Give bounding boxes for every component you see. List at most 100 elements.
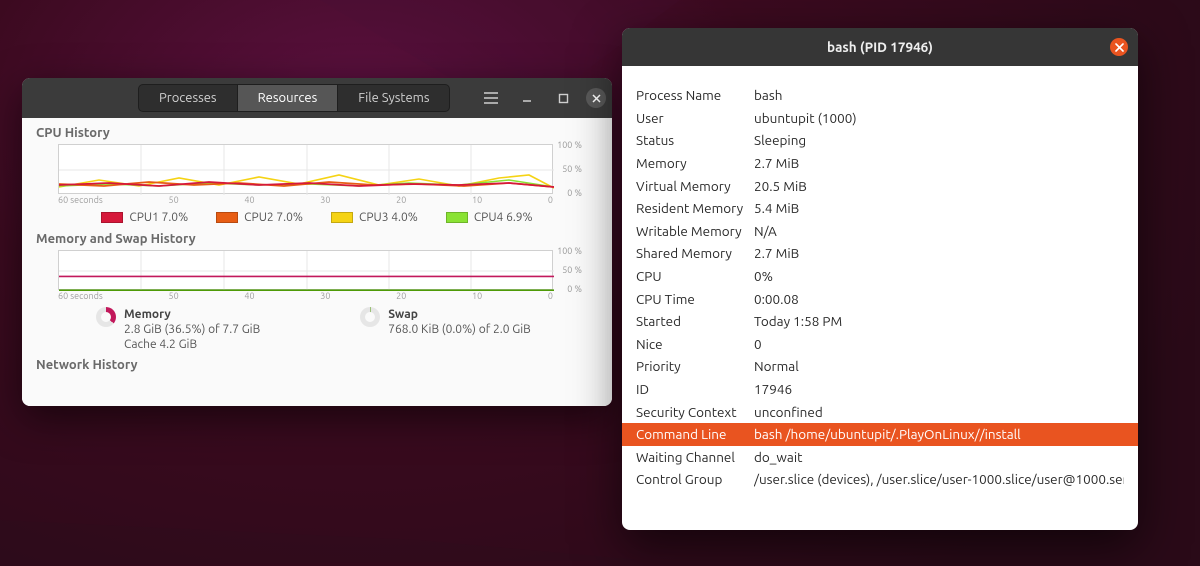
tab-processes[interactable]: Processes bbox=[139, 85, 238, 111]
cpu-legend-item[interactable]: CPU4 6.9% bbox=[446, 211, 533, 224]
details-window-title: bash (PID 17946) bbox=[827, 39, 933, 55]
legend-swatch-icon bbox=[101, 212, 123, 223]
property-value: 0 bbox=[754, 335, 1124, 353]
property-key: User bbox=[636, 109, 754, 127]
property-row[interactable]: Virtual Memory20.5 MiB bbox=[622, 174, 1138, 197]
property-key: Status bbox=[636, 131, 754, 149]
property-key: Security Context bbox=[636, 403, 754, 421]
property-key: Priority bbox=[636, 357, 754, 375]
property-key: Control Group bbox=[636, 470, 754, 488]
property-row[interactable]: Shared Memory2.7 MiB bbox=[622, 242, 1138, 265]
property-key: Resident Memory bbox=[636, 199, 754, 217]
property-row[interactable]: Control Group/user.slice (devices), /use… bbox=[622, 468, 1138, 491]
legend-label: CPU4 6.9% bbox=[474, 211, 533, 224]
property-row[interactable]: Memory2.7 MiB bbox=[622, 152, 1138, 175]
cpu-legend-item[interactable]: CPU1 7.0% bbox=[101, 211, 188, 224]
property-key: Virtual Memory bbox=[636, 177, 754, 195]
property-key: Command Line bbox=[636, 425, 754, 443]
legend-label: CPU3 4.0% bbox=[359, 211, 418, 224]
property-value: 0% bbox=[754, 267, 1124, 285]
legend-swatch-icon bbox=[446, 212, 468, 223]
cpu-legend-item[interactable]: CPU3 4.0% bbox=[331, 211, 418, 224]
property-row[interactable]: PriorityNormal bbox=[622, 355, 1138, 378]
property-key: CPU bbox=[636, 267, 754, 285]
mem-lines bbox=[59, 251, 554, 291]
property-value: unconfined bbox=[754, 403, 1124, 421]
property-value: 2.7 MiB bbox=[754, 154, 1124, 172]
property-row[interactable]: Command Linebash /home/ubuntupit/.PlayOn… bbox=[622, 423, 1138, 446]
property-row[interactable]: CPU0% bbox=[622, 265, 1138, 288]
monitor-body: CPU History 100 % 50 % 0 % bbox=[22, 118, 612, 406]
memory-usage-text: 2.8 GiB (36.5%) of 7.7 GiB bbox=[124, 322, 260, 337]
property-key: Waiting Channel bbox=[636, 448, 754, 466]
property-row[interactable]: Userubuntupit (1000) bbox=[622, 107, 1138, 130]
property-value: Today 1:58 PM bbox=[754, 312, 1124, 330]
hamburger-menu-icon[interactable] bbox=[478, 85, 504, 111]
property-row[interactable]: Waiting Channeldo_wait bbox=[622, 446, 1138, 469]
cpu-history-graph: 100 % 50 % 0 % bbox=[58, 144, 553, 194]
mem-summary: Memory 2.8 GiB (36.5%) of 7.7 GiB Cache … bbox=[96, 307, 598, 352]
cpu-x-labels: 60 seconds50 4030 2010 0 bbox=[58, 195, 553, 205]
swap-label: Swap bbox=[388, 307, 531, 322]
close-button[interactable] bbox=[586, 88, 606, 108]
cpu-lines bbox=[59, 145, 554, 195]
property-value: 0:00.08 bbox=[754, 290, 1124, 308]
property-value: 20.5 MiB bbox=[754, 177, 1124, 195]
mem-x-labels: 60 seconds50 4030 2010 0 bbox=[58, 291, 553, 301]
swap-donut-icon bbox=[360, 307, 380, 327]
property-key: Memory bbox=[636, 154, 754, 172]
close-button[interactable] bbox=[1110, 38, 1128, 56]
property-row[interactable]: Process Namebash bbox=[622, 84, 1138, 107]
system-monitor-window: Processes Resources File Systems CPU His… bbox=[22, 78, 612, 406]
property-key: Nice bbox=[636, 335, 754, 353]
mem-history-title: Memory and Swap History bbox=[36, 232, 598, 246]
legend-swatch-icon bbox=[216, 212, 238, 223]
property-row[interactable]: ID17946 bbox=[622, 378, 1138, 401]
property-row[interactable]: Security Contextunconfined bbox=[622, 400, 1138, 423]
property-row[interactable]: StartedToday 1:58 PM bbox=[622, 310, 1138, 333]
tab-resources[interactable]: Resources bbox=[238, 85, 339, 111]
property-key: Started bbox=[636, 312, 754, 330]
mem-history-graph: 100 % 50 % 0 % bbox=[58, 250, 553, 290]
property-value: 2.7 MiB bbox=[754, 244, 1124, 262]
property-value: do_wait bbox=[754, 448, 1124, 466]
property-value: Sleeping bbox=[754, 131, 1124, 149]
cpu-legend-item[interactable]: CPU2 7.0% bbox=[216, 211, 303, 224]
process-details-dialog: bash (PID 17946) Process NamebashUserubu… bbox=[622, 28, 1138, 530]
details-property-list[interactable]: Process NamebashUserubuntupit (1000)Stat… bbox=[622, 66, 1138, 530]
property-value: N/A bbox=[754, 222, 1124, 240]
property-row[interactable]: CPU Time0:00.08 bbox=[622, 287, 1138, 310]
property-row[interactable]: Resident Memory5.4 MiB bbox=[622, 197, 1138, 220]
monitor-titlebar: Processes Resources File Systems bbox=[22, 78, 612, 118]
cpu-legend: CPU1 7.0% CPU2 7.0% CPU3 4.0% CPU4 6.9% bbox=[36, 211, 598, 224]
property-key: CPU Time bbox=[636, 290, 754, 308]
minimize-button[interactable] bbox=[514, 85, 540, 111]
tab-filesystems[interactable]: File Systems bbox=[338, 85, 449, 111]
y-label-100: 100 % bbox=[557, 140, 582, 150]
property-key: Process Name bbox=[636, 86, 754, 104]
property-value: bash /home/ubuntupit/.PlayOnLinux//insta… bbox=[754, 425, 1138, 443]
y-label-50: 50 % bbox=[562, 164, 582, 174]
monitor-view-tabs: Processes Resources File Systems bbox=[138, 84, 450, 112]
details-titlebar: bash (PID 17946) bbox=[622, 28, 1138, 66]
legend-swatch-icon bbox=[331, 212, 353, 223]
y-label-0: 0 % bbox=[567, 188, 582, 198]
property-value: 5.4 MiB bbox=[754, 199, 1124, 217]
property-value: ubuntupit (1000) bbox=[754, 109, 1124, 127]
property-row[interactable]: Writable MemoryN/A bbox=[622, 220, 1138, 243]
property-row[interactable]: StatusSleeping bbox=[622, 129, 1138, 152]
memory-cache-text: Cache 4.2 GiB bbox=[124, 337, 260, 352]
property-key: Shared Memory bbox=[636, 244, 754, 262]
legend-label: CPU2 7.0% bbox=[244, 211, 303, 224]
cpu-history-title: CPU History bbox=[36, 126, 598, 140]
swap-usage-text: 768.0 KiB (0.0%) of 2.0 GiB bbox=[388, 322, 531, 337]
property-value: 17946 bbox=[754, 380, 1124, 398]
property-key: ID bbox=[636, 380, 754, 398]
property-value: /user.slice (devices), /user.slice/user-… bbox=[754, 470, 1124, 488]
property-row[interactable]: Nice0 bbox=[622, 333, 1138, 356]
property-value: bash bbox=[754, 86, 1124, 104]
property-key: Writable Memory bbox=[636, 222, 754, 240]
maximize-button[interactable] bbox=[550, 85, 576, 111]
property-value: Normal bbox=[754, 357, 1124, 375]
legend-label: CPU1 7.0% bbox=[129, 211, 188, 224]
